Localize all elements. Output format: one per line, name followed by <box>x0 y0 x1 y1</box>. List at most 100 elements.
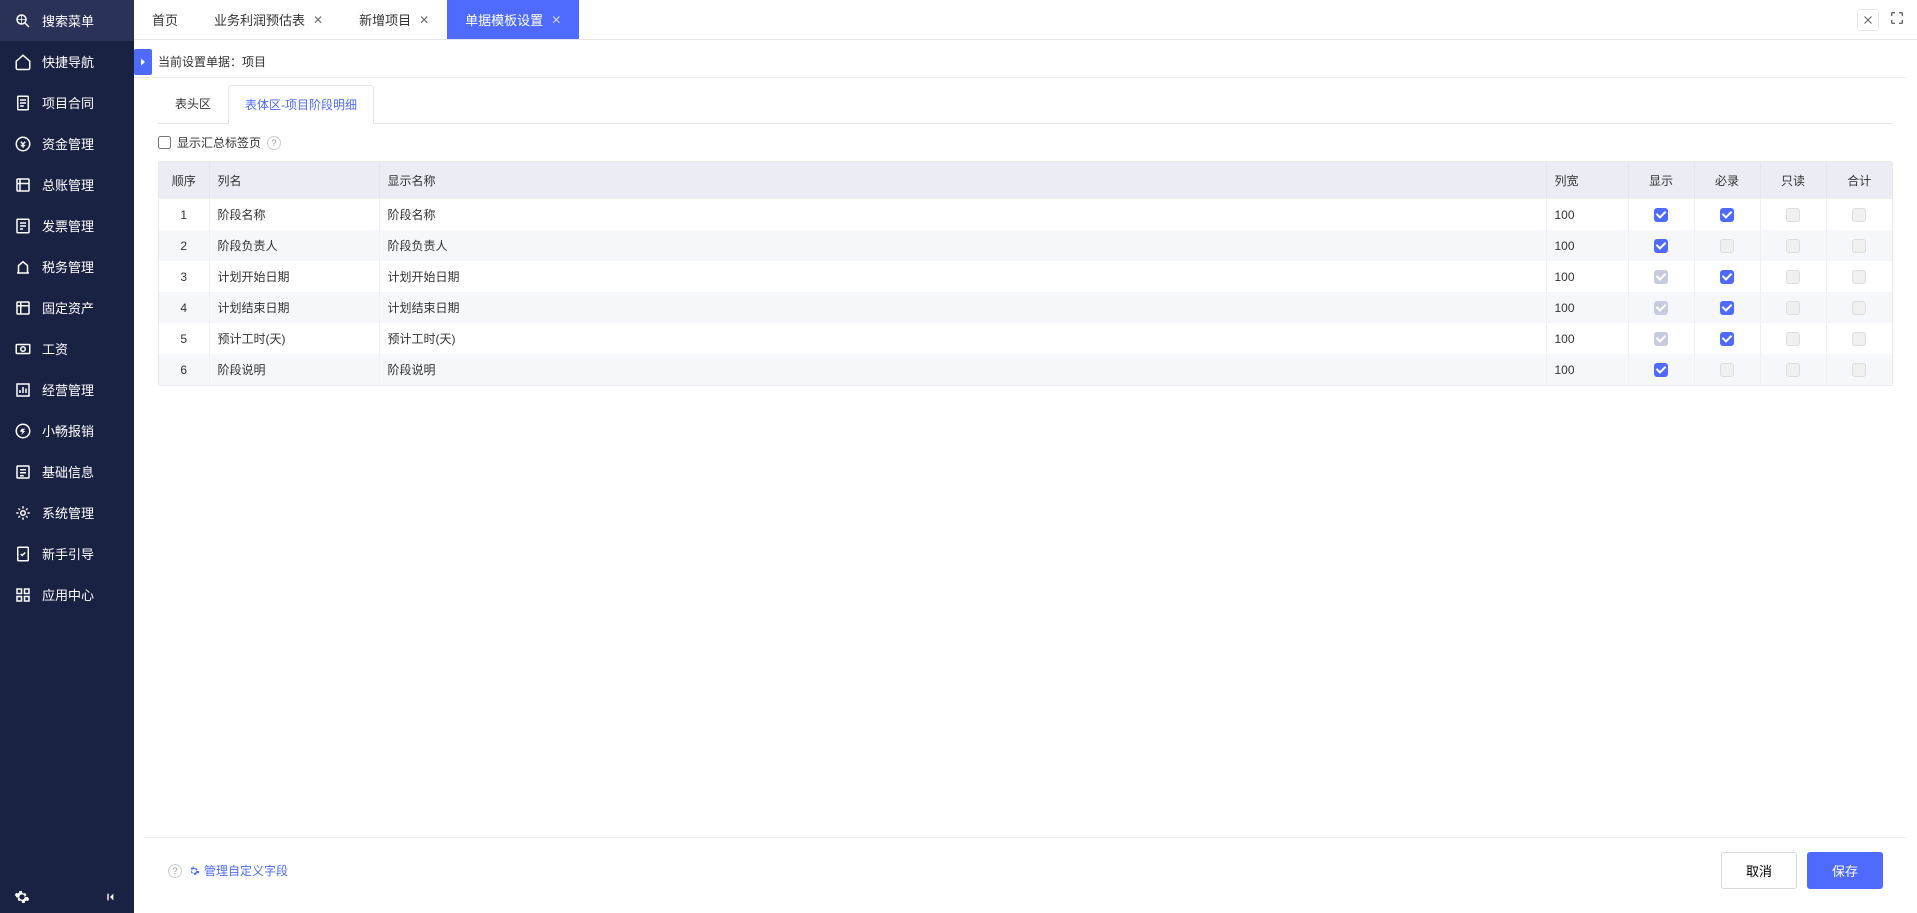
footer: ? 管理自定义字段 取消 保存 <box>144 837 1907 903</box>
table-row[interactable]: 6阶段说明阶段说明100 <box>159 354 1892 385</box>
close-all-icon[interactable] <box>1857 9 1879 31</box>
checkbox-icon[interactable] <box>1786 363 1800 377</box>
sidebar-item-label: 项目合同 <box>42 93 94 112</box>
sidebar-item-info[interactable]: 基础信息 <box>0 451 134 492</box>
checkbox-icon[interactable] <box>1654 301 1668 315</box>
ledger-icon <box>14 176 32 194</box>
settings-icon[interactable] <box>14 889 30 905</box>
checkbox-icon[interactable] <box>1720 270 1734 284</box>
tab-2[interactable]: 新增项目✕ <box>341 0 447 39</box>
sidebar-item-label: 快捷导航 <box>42 52 94 71</box>
sidebar-item-guide[interactable]: 新手引导 <box>0 533 134 574</box>
inner-tab-1[interactable]: 表体区-项目阶段明细 <box>228 85 374 124</box>
cell-col-width[interactable]: 100 <box>1546 199 1628 230</box>
sidebar-item-apps[interactable]: 应用中心 <box>0 574 134 615</box>
checkbox-icon[interactable] <box>1654 208 1668 222</box>
apps-icon <box>14 586 32 604</box>
checkbox-icon[interactable] <box>1720 363 1734 377</box>
checkbox-icon[interactable] <box>1852 270 1866 284</box>
show-summary-checkbox[interactable] <box>158 136 171 149</box>
th-required: 必录 <box>1694 162 1760 199</box>
checkbox-icon[interactable] <box>1786 208 1800 222</box>
notice-toggle-icon[interactable] <box>134 49 152 75</box>
cell-display-name[interactable]: 阶段名称 <box>379 199 1546 230</box>
sidebar-item-funds[interactable]: 资金管理 <box>0 123 134 164</box>
sidebar-item-home[interactable]: 快捷导航 <box>0 41 134 82</box>
cell-display-name[interactable]: 计划结束日期 <box>379 292 1546 323</box>
sidebar-item-asset[interactable]: 固定资产 <box>0 287 134 328</box>
checkbox-icon[interactable] <box>1852 208 1866 222</box>
sidebar-item-contract[interactable]: 项目合同 <box>0 82 134 123</box>
checkbox-icon[interactable] <box>1654 332 1668 346</box>
table-row[interactable]: 3计划开始日期计划开始日期100 <box>159 261 1892 292</box>
cell-col-width[interactable]: 100 <box>1546 261 1628 292</box>
checkbox-icon[interactable] <box>1720 332 1734 346</box>
cell-total <box>1826 230 1892 261</box>
sidebar-item-ledger[interactable]: 总账管理 <box>0 164 134 205</box>
manage-custom-fields-link[interactable]: 管理自定义字段 <box>188 862 288 879</box>
checkbox-icon[interactable] <box>1786 270 1800 284</box>
checkbox-icon[interactable] <box>1720 301 1734 315</box>
tab-3[interactable]: 单据模板设置✕ <box>447 0 579 39</box>
cell-total <box>1826 261 1892 292</box>
inner-tab-0[interactable]: 表头区 <box>158 84 228 123</box>
checkbox-icon[interactable] <box>1720 208 1734 222</box>
th-show: 显示 <box>1628 162 1694 199</box>
fullscreen-icon[interactable] <box>1889 10 1905 29</box>
checkbox-icon[interactable] <box>1852 301 1866 315</box>
tabbar: 首页业务利润预估表✕新增项目✕单据模板设置✕ <box>134 0 1917 40</box>
cell-required <box>1694 323 1760 354</box>
cell-display-name[interactable]: 计划开始日期 <box>379 261 1546 292</box>
cell-display-name[interactable]: 阶段说明 <box>379 354 1546 385</box>
th-readonly: 只读 <box>1760 162 1826 199</box>
sidebar-item-label: 系统管理 <box>42 503 94 522</box>
cell-col-width[interactable]: 100 <box>1546 323 1628 354</box>
checkbox-icon[interactable] <box>1852 363 1866 377</box>
table-row[interactable]: 1阶段名称阶段名称100 <box>159 199 1892 230</box>
sidebar-item-search[interactable]: 搜索菜单 <box>0 0 134 41</box>
close-icon[interactable]: ✕ <box>313 13 323 27</box>
sidebar-item-salary[interactable]: 工资 <box>0 328 134 369</box>
cell-display-name[interactable]: 阶段负责人 <box>379 230 1546 261</box>
help-icon[interactable]: ? <box>267 136 281 150</box>
sidebar-item-system[interactable]: 系统管理 <box>0 492 134 533</box>
tab-1[interactable]: 业务利润预估表✕ <box>196 0 341 39</box>
cell-col-name: 计划结束日期 <box>209 292 379 323</box>
tab-0[interactable]: 首页 <box>134 0 196 39</box>
save-button[interactable]: 保存 <box>1807 852 1883 889</box>
sidebar-item-tax[interactable]: 税务管理 <box>0 246 134 287</box>
close-icon[interactable]: ✕ <box>551 13 561 27</box>
th-col-width: 列宽 <box>1546 162 1628 199</box>
tax-icon <box>14 258 32 276</box>
sidebar-item-label: 总账管理 <box>42 175 94 194</box>
cell-col-width[interactable]: 100 <box>1546 292 1628 323</box>
checkbox-icon[interactable] <box>1654 363 1668 377</box>
cell-required <box>1694 292 1760 323</box>
close-icon[interactable]: ✕ <box>419 13 429 27</box>
collapse-icon[interactable] <box>104 889 120 905</box>
option-row: 显示汇总标签页 ? <box>134 124 1917 161</box>
cell-col-width[interactable]: 100 <box>1546 230 1628 261</box>
sidebar-item-label: 发票管理 <box>42 216 94 235</box>
cell-display-name[interactable]: 预计工时(天) <box>379 323 1546 354</box>
checkbox-icon[interactable] <box>1852 239 1866 253</box>
funds-icon <box>14 135 32 153</box>
cancel-button[interactable]: 取消 <box>1721 852 1797 889</box>
sidebar-item-invoice[interactable]: 发票管理 <box>0 205 134 246</box>
footer-help-icon[interactable]: ? <box>168 864 182 878</box>
checkbox-icon[interactable] <box>1720 239 1734 253</box>
checkbox-icon[interactable] <box>1786 301 1800 315</box>
sidebar-item-operate[interactable]: 经营管理 <box>0 369 134 410</box>
checkbox-icon[interactable] <box>1654 270 1668 284</box>
sidebar-item-report[interactable]: 小畅报销 <box>0 410 134 451</box>
table-row[interactable]: 2阶段负责人阶段负责人100 <box>159 230 1892 261</box>
checkbox-icon[interactable] <box>1852 332 1866 346</box>
contract-icon <box>14 94 32 112</box>
checkbox-icon[interactable] <box>1786 239 1800 253</box>
table-row[interactable]: 4计划结束日期计划结束日期100 <box>159 292 1892 323</box>
cell-col-width[interactable]: 100 <box>1546 354 1628 385</box>
table-row[interactable]: 5预计工时(天)预计工时(天)100 <box>159 323 1892 354</box>
cell-readonly <box>1760 323 1826 354</box>
checkbox-icon[interactable] <box>1786 332 1800 346</box>
checkbox-icon[interactable] <box>1654 239 1668 253</box>
